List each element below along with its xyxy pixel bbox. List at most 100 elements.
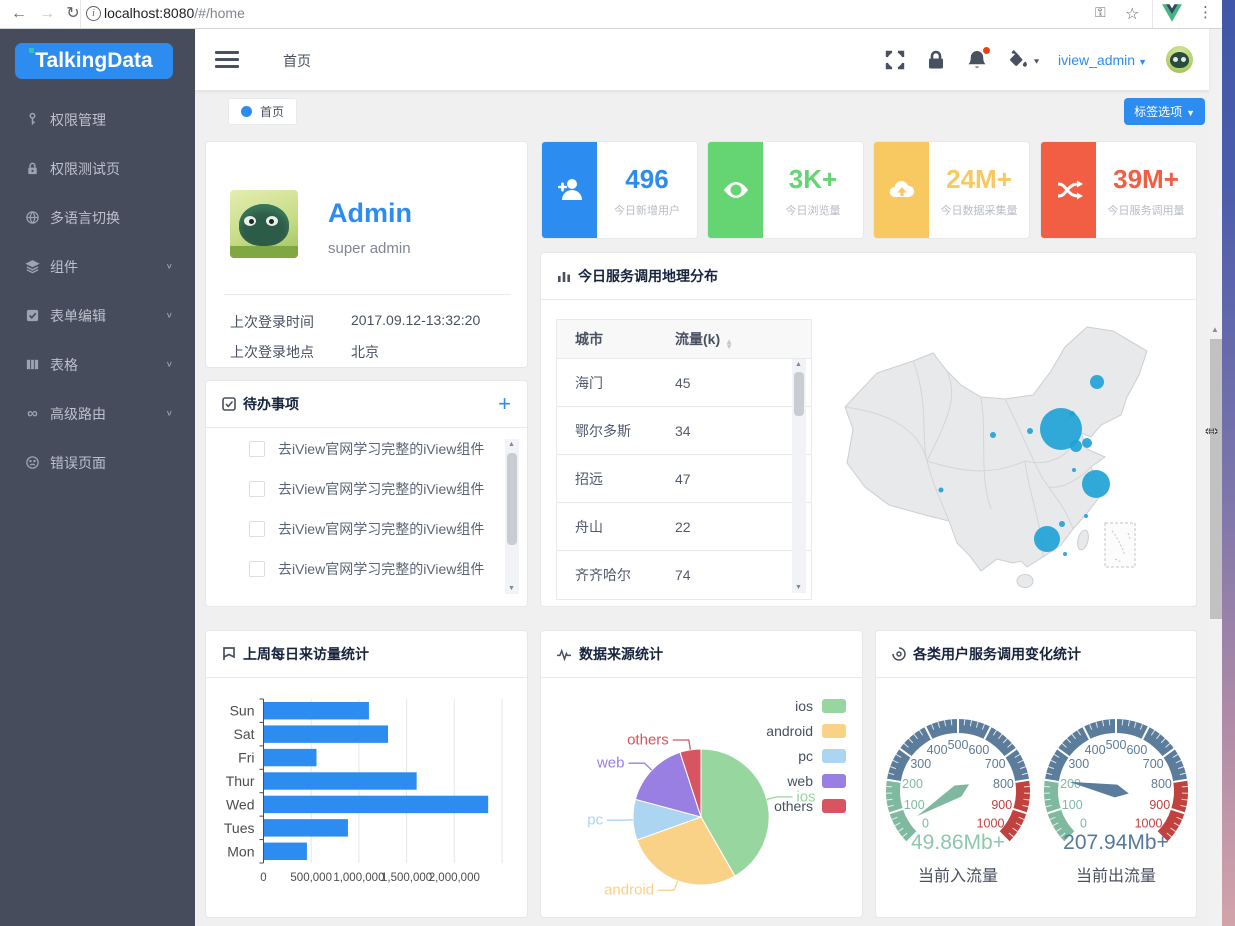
url-bar[interactable]: localhost:8080/#/home bbox=[104, 5, 245, 21]
gauge-label: 当前出流量 bbox=[1076, 867, 1156, 885]
chevron-down-icon: ∨ bbox=[165, 262, 173, 271]
todo-checkbox[interactable] bbox=[249, 521, 265, 537]
column-flow[interactable]: 流量(k) ▲ ▼ bbox=[675, 329, 733, 351]
bookmark-star-icon[interactable]: ☆ bbox=[1125, 4, 1139, 24]
table-scrollbar[interactable]: ▲ ▼ bbox=[792, 359, 806, 593]
notifications-bell-icon[interactable] bbox=[966, 46, 991, 71]
svg-text:0: 0 bbox=[1080, 817, 1087, 831]
table-row: 齐齐哈尔 74 bbox=[557, 551, 811, 599]
svg-text:300: 300 bbox=[910, 757, 931, 771]
south-china-sea-inset bbox=[1104, 522, 1136, 568]
url-host: localhost:8080 bbox=[104, 5, 195, 21]
legend-item-android[interactable]: android bbox=[766, 718, 846, 743]
main-area: 首页 ▼ iview_admin ▼ 首页 标签选项 ▼ Admin super… bbox=[195, 29, 1209, 926]
sidebar-item-i18n-switch[interactable]: 多语言切换 bbox=[0, 193, 195, 242]
map-bubble bbox=[1082, 438, 1092, 448]
map-bubble bbox=[1027, 428, 1033, 434]
notification-badge bbox=[983, 46, 991, 54]
map-bubble bbox=[1034, 526, 1060, 552]
stat-label: 今日数据采集量 bbox=[940, 205, 1018, 217]
sidebar-item-label: 权限管理 bbox=[50, 111, 106, 128]
theme-switch-icon[interactable]: ▼ bbox=[1007, 49, 1041, 71]
tag-options-button[interactable]: 标签选项 ▼ bbox=[1124, 98, 1205, 125]
todo-text: 去iView官网学习完整的iView组件 bbox=[278, 521, 485, 537]
fullscreen-icon[interactable] bbox=[884, 49, 906, 71]
avatar[interactable] bbox=[1166, 46, 1193, 73]
sidebar-item-label: 权限测试页 bbox=[50, 160, 120, 177]
legend-item-ios[interactable]: ios bbox=[766, 693, 846, 718]
todo-text: 去iView官网学习完整的iView组件 bbox=[278, 481, 485, 497]
sidebar-item-error-pages[interactable]: 错误页面 bbox=[0, 438, 195, 487]
pulse-icon bbox=[557, 648, 572, 661]
avatar-eye bbox=[1181, 57, 1186, 62]
tag-bar: 首页 标签选项 ▼ bbox=[195, 90, 1209, 133]
gauge-value: 207.94Mb+ bbox=[1063, 831, 1169, 854]
table-icon bbox=[24, 356, 41, 373]
scroll-up-arrow[interactable]: ▲ bbox=[1211, 325, 1219, 334]
todo-scrollbar[interactable]: ▲ ▼ bbox=[505, 439, 519, 594]
menu-toggle-button[interactable] bbox=[215, 51, 239, 68]
dashboard-content: Admin super admin 上次登录时间 2017.09.12-13:32… bbox=[195, 133, 1209, 926]
svg-text:1,500,000: 1,500,000 bbox=[381, 872, 432, 884]
sort-arrows-icon[interactable]: ▲ ▼ bbox=[725, 338, 733, 351]
back-button[interactable]: ← bbox=[8, 3, 30, 25]
flow-cell: 47 bbox=[675, 470, 691, 487]
tab-home[interactable]: 首页 bbox=[228, 98, 298, 125]
svg-text:900: 900 bbox=[1149, 798, 1170, 812]
stat-value: 39M+ bbox=[1113, 164, 1179, 194]
gauge-outflow: 0100200300400 500 6007008009001000207.94Mb… bbox=[1044, 718, 1188, 885]
map-bubble bbox=[938, 487, 944, 493]
user-menu[interactable]: iview_admin ▼ bbox=[1058, 52, 1147, 68]
sidebar-item-perm-management[interactable]: 权限管理 bbox=[0, 95, 195, 144]
legend-item-others[interactable]: others bbox=[766, 793, 846, 818]
forward-button[interactable]: → bbox=[36, 3, 58, 25]
window-scrollbar[interactable]: ▲ bbox=[1209, 29, 1223, 926]
svg-text:Fri: Fri bbox=[238, 750, 254, 766]
chevron-down-icon: ∨ bbox=[165, 409, 173, 418]
legend-item-web[interactable]: web bbox=[766, 768, 846, 793]
map-bubble bbox=[1063, 552, 1067, 556]
svg-text:1000: 1000 bbox=[1135, 817, 1163, 831]
username-label: iview_admin bbox=[1058, 51, 1136, 68]
todo-checkbox[interactable] bbox=[249, 561, 265, 577]
table-row: 鄂尔多斯 34 bbox=[557, 407, 811, 455]
svg-text:1,000,000: 1,000,000 bbox=[333, 872, 384, 884]
svg-text:0: 0 bbox=[260, 872, 266, 884]
breadcrumb: 首页 bbox=[283, 53, 311, 69]
sidebar-item-components[interactable]: 组件 ∨ bbox=[0, 242, 195, 291]
map-bubble bbox=[1072, 468, 1076, 472]
site-info-icon[interactable]: i bbox=[86, 6, 101, 21]
svg-text:700: 700 bbox=[1143, 757, 1164, 771]
gauge-label: 当前入流量 bbox=[918, 867, 998, 885]
todo-item: 去iView官网学习完整的iView组件 bbox=[206, 549, 498, 589]
todo-card: 待办事项 + 去iView官网学习完整的iView组件 去iView官网学习完整的… bbox=[205, 380, 528, 607]
pie-callout-android: android bbox=[604, 882, 654, 899]
todo-checkbox[interactable] bbox=[249, 441, 265, 457]
weekly-visits-title: 上周每日来访量统计 bbox=[243, 646, 369, 662]
sidebar-item-perm-test-page[interactable]: 权限测试页 bbox=[0, 144, 195, 193]
table-header-row: 城市 流量(k) ▲ ▼ bbox=[557, 320, 811, 359]
password-key-icon[interactable]: ⚿ bbox=[1095, 4, 1106, 21]
todo-checkbox[interactable] bbox=[249, 481, 265, 497]
lock-screen-icon[interactable] bbox=[925, 49, 947, 71]
last-login-place-row: 上次登录地点 北京 bbox=[230, 344, 379, 360]
sidebar-item-form-edit[interactable]: 表单编辑 ∨ bbox=[0, 291, 195, 340]
legend-label: web bbox=[787, 772, 813, 789]
bar-sun bbox=[264, 702, 369, 720]
legend-item-pc[interactable]: pc bbox=[766, 743, 846, 768]
flag-chart-icon bbox=[222, 647, 236, 661]
add-todo-button[interactable]: + bbox=[498, 393, 511, 415]
chrome-menu-icon[interactable]: ⋮ bbox=[1198, 3, 1213, 21]
sidebar-item-tables[interactable]: 表格 ∨ bbox=[0, 340, 195, 389]
scrollbar-thumb[interactable] bbox=[1210, 339, 1222, 619]
legend-label: pc bbox=[798, 747, 813, 764]
brand-logo[interactable]: TalkingData bbox=[15, 43, 173, 79]
city-flow-table: 城市 流量(k) ▲ ▼ 海门 45 鄂尔多斯 34 招远 47 舟山 22 齐齐哈尔 74 bbox=[556, 319, 812, 600]
vue-devtools-icon[interactable] bbox=[1162, 4, 1182, 22]
todo-card-title: 待办事项 bbox=[243, 396, 299, 412]
sidebar-item-advanced-router[interactable]: ∞ 高级路由 ∨ bbox=[0, 389, 195, 438]
divider bbox=[80, 0, 81, 28]
svg-text:200: 200 bbox=[902, 777, 923, 791]
tag-label: 首页 bbox=[260, 105, 285, 119]
stat-card-shuffle: 39M+ 今日服务调用量 bbox=[1040, 141, 1197, 239]
